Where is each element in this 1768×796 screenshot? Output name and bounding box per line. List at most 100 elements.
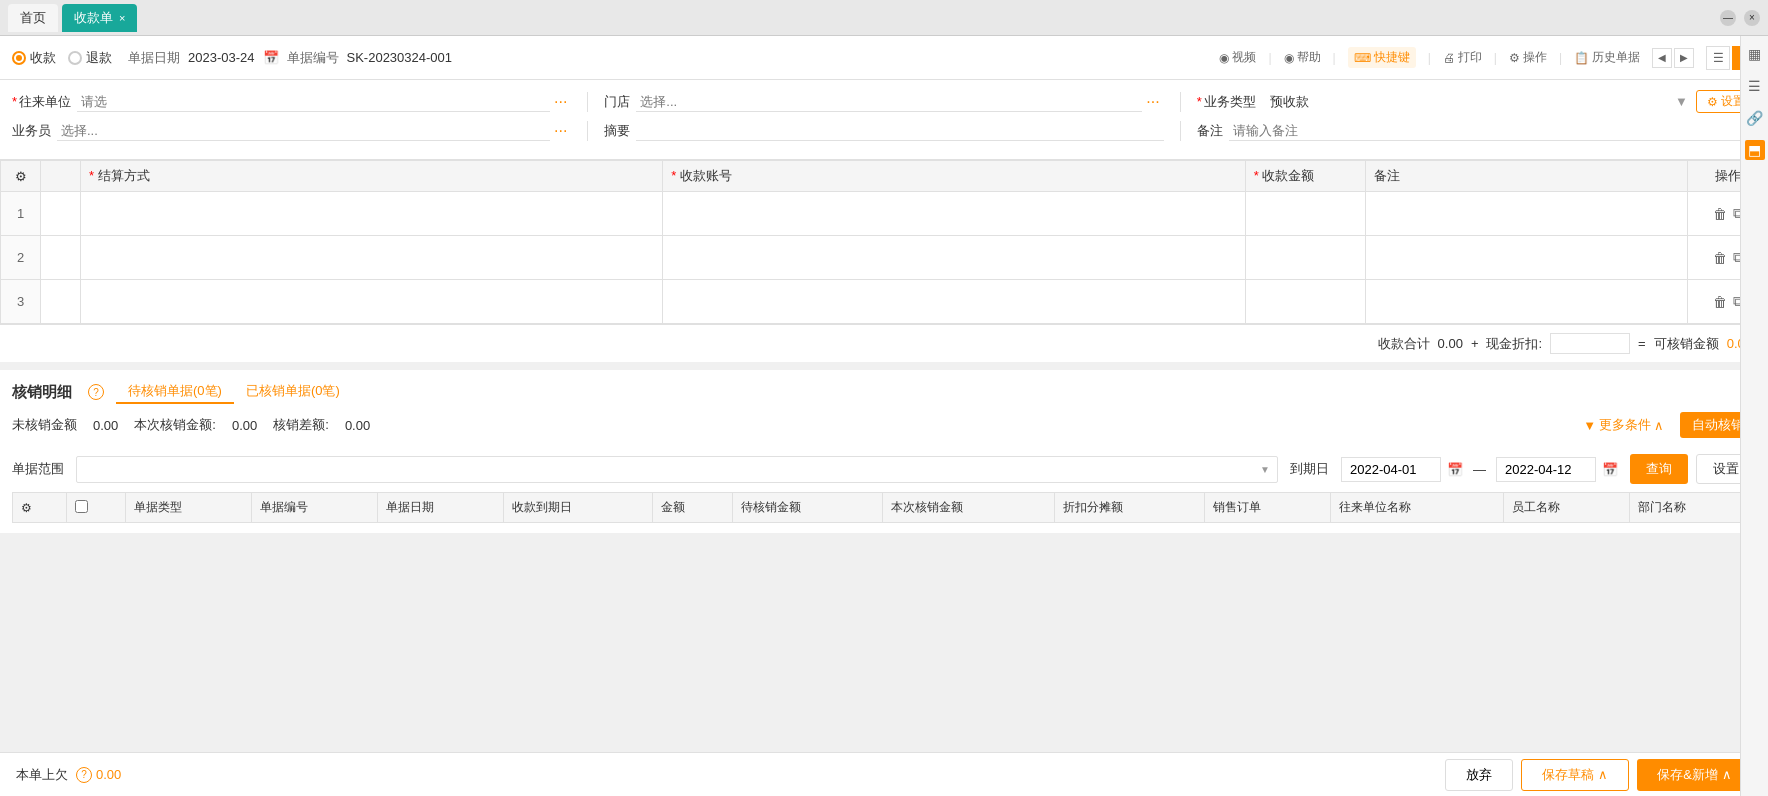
biz-type-required-mark: * [1197, 94, 1202, 109]
right-sidebar: ▦ ☰ 🔗 ⬒ [1740, 36, 1768, 796]
range-select[interactable] [76, 456, 1278, 483]
salesperson-input[interactable] [57, 121, 550, 141]
row-account-no-3[interactable] [663, 280, 1245, 324]
row-payment-method-3[interactable] [81, 280, 663, 324]
biz-type-value: 预收款 [1270, 93, 1675, 111]
th-account-no-label: 收款账号 [680, 168, 732, 183]
toolbar: 收款 退款 单据日期 2023-03-24 📅 单据编号 SK-20230324… [0, 36, 1768, 80]
action-history-label: 历史单据 [1592, 49, 1640, 66]
row-account-no-1[interactable] [663, 192, 1245, 236]
th-action-label: 操作 [1715, 168, 1741, 183]
date-dash: — [1469, 462, 1490, 477]
calendar-icon[interactable]: 📅 [263, 50, 279, 65]
vth-doc-date: 单据日期 [377, 493, 503, 523]
date-from-calendar-icon[interactable]: 📅 [1447, 462, 1463, 477]
action-help[interactable]: ◉ 帮助 [1284, 49, 1321, 66]
table-header-row: ⚙ * 结算方式 * 收款账号 * 收款金额 [1, 161, 1768, 192]
available-label: 可核销金额 [1654, 335, 1719, 353]
save-new-button[interactable]: 保存&新增 ∧ [1637, 759, 1752, 791]
vth-settings[interactable]: ⚙ [13, 493, 67, 523]
row-remark-3[interactable] [1365, 280, 1687, 324]
date-to-input[interactable] [1496, 457, 1596, 482]
sep5: | [1559, 51, 1562, 65]
form-area: * 往来单位 ··· 门店 ··· * 业务类型 预收款 ▼ ⚙ 设置 [0, 80, 1768, 160]
row-account-no-2[interactable] [663, 236, 1245, 280]
salesperson-more-icon[interactable]: ··· [550, 122, 571, 140]
sep3: | [1428, 51, 1431, 65]
query-button[interactable]: 查询 [1630, 454, 1688, 484]
save-draft-button[interactable]: 保存草稿 ∧ [1521, 759, 1629, 791]
th-settings[interactable]: ⚙ [1, 161, 41, 192]
date-to-calendar-icon[interactable]: 📅 [1602, 462, 1618, 477]
store-more-icon[interactable]: ··· [1142, 93, 1163, 111]
summary-row: 收款合计 0.00 + 现金折扣: = 可核销金额 0.00 [0, 324, 1768, 362]
row-delete-button-3[interactable]: 🗑 [1713, 294, 1727, 310]
vth-checkbox[interactable] [67, 493, 125, 523]
nav-prev-button[interactable]: ◀ [1652, 48, 1672, 68]
action-print[interactable]: 🖨 打印 [1443, 49, 1482, 66]
verify-tab-pending[interactable]: 待核销单据(0笔) [116, 380, 234, 404]
tab-home[interactable]: 首页 [8, 4, 58, 32]
video-icon: ◉ [1219, 51, 1229, 65]
biz-type-dropdown-icon[interactable]: ▼ [1675, 94, 1688, 109]
window-minimize-button[interactable]: — [1720, 10, 1736, 26]
radio-refund[interactable]: 退款 [68, 49, 112, 67]
row-amount-2[interactable] [1245, 236, 1365, 280]
row-num-3: 3 [1, 280, 41, 324]
vth-current-amount: 本次核销金额 [882, 493, 1055, 523]
row-payment-method-1[interactable] [81, 192, 663, 236]
store-input[interactable] [636, 92, 1142, 112]
row-remark-1[interactable] [1365, 192, 1687, 236]
operation-icon: ⚙ [1509, 51, 1520, 65]
verify-tab-done[interactable]: 已核销单据(0笔) [234, 380, 352, 404]
more-chevron-icon: ∧ [1654, 418, 1664, 433]
action-history[interactable]: 📋 历史单据 [1574, 49, 1640, 66]
action-shortcut[interactable]: ⌨ 快捷键 [1348, 47, 1416, 68]
row-delete-button-1[interactable]: 🗑 [1713, 206, 1727, 222]
counterpart-input[interactable] [77, 92, 550, 112]
date-from-input[interactable] [1341, 457, 1441, 482]
action-operation[interactable]: ⚙ 操作 [1509, 49, 1547, 66]
view-list-button[interactable]: ☰ [1706, 46, 1730, 70]
remark-input[interactable] [1229, 121, 1756, 141]
filter-row: 单据范围 ▼ 到期日 📅 — 📅 查询 设置 [12, 446, 1756, 492]
vth-sales-order: 销售订单 [1204, 493, 1330, 523]
row-delete-button-2[interactable]: 🗑 [1713, 250, 1727, 266]
abandon-button[interactable]: 放弃 [1445, 759, 1513, 791]
summary-input[interactable] [636, 121, 1163, 141]
radio-collect[interactable]: 收款 [12, 49, 56, 67]
tab-close-icon[interactable]: × [119, 12, 125, 24]
window-close-button[interactable]: × [1744, 10, 1760, 26]
bottom-info-icon[interactable]: ? [76, 767, 92, 783]
verify-info-icon[interactable]: ? [88, 384, 104, 400]
th-amount: * 收款金额 [1245, 161, 1365, 192]
discount-input[interactable] [1550, 333, 1630, 354]
window-controls: — × [1720, 10, 1760, 26]
row-num-extra-1 [41, 192, 81, 236]
sidebar-icon-list[interactable]: ☰ [1745, 76, 1765, 96]
tab-receipt[interactable]: 收款单 × [62, 4, 137, 32]
select-all-checkbox[interactable] [75, 500, 88, 513]
sidebar-icon-table[interactable]: ▦ [1745, 44, 1765, 64]
summary-field: 摘要 [604, 121, 1163, 141]
filter-actions: 查询 设置 [1630, 454, 1756, 484]
table-row: 3 🗑 ⧉ [1, 280, 1768, 324]
bottom-actions: 放弃 保存草稿 ∧ 保存&新增 ∧ [1445, 759, 1752, 791]
action-video[interactable]: ◉ 视频 [1219, 49, 1256, 66]
nav-next-button[interactable]: ▶ [1674, 48, 1694, 68]
row-amount-1[interactable] [1245, 192, 1365, 236]
verify-tab-pending-label: 待核销单据(0笔) [128, 383, 222, 398]
th-row-num [41, 161, 81, 192]
field-divider-4 [1180, 121, 1181, 141]
row-amount-3[interactable] [1245, 280, 1365, 324]
vth-employee-name: 员工名称 [1503, 493, 1629, 523]
counterpart-more-icon[interactable]: ··· [550, 93, 571, 111]
bottom-info-label: 本单上欠 [16, 766, 68, 784]
sidebar-icon-link[interactable]: 🔗 [1745, 108, 1765, 128]
summary-label: 摘要 [604, 122, 636, 140]
row-remark-2[interactable] [1365, 236, 1687, 280]
vth-counterpart-name: 往来单位名称 [1330, 493, 1503, 523]
verify-more-button[interactable]: ▼ 更多条件 ∧ [1583, 416, 1664, 434]
sidebar-icon-expand[interactable]: ⬒ [1745, 140, 1765, 160]
row-payment-method-2[interactable] [81, 236, 663, 280]
